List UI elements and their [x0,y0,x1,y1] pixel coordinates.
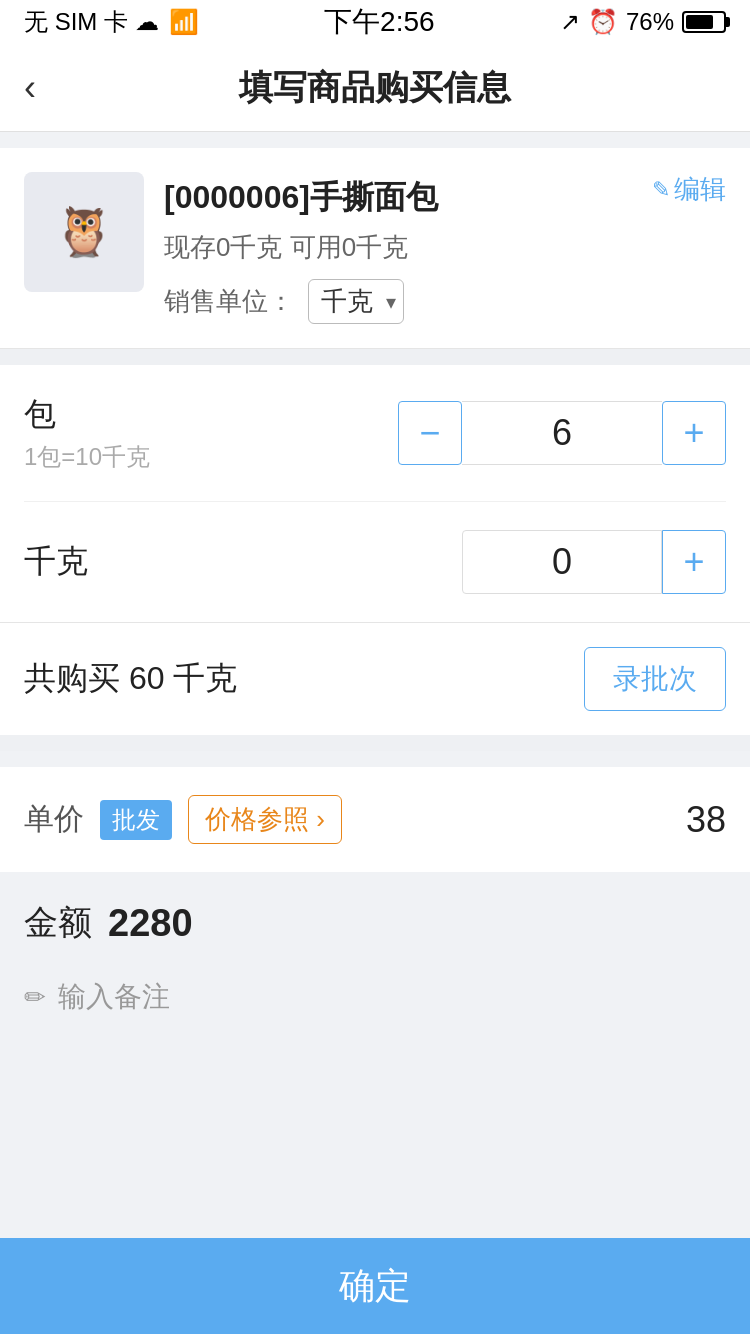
bao-plus-button[interactable]: + [662,401,726,465]
price-type-tag: 批发 [100,800,172,840]
product-stock: 现存0千克 可用0千克 [164,230,726,265]
kg-plus-button[interactable]: + [662,530,726,594]
footer[interactable]: 确定 [0,1238,750,1334]
product-card: 🦉 [0000006]手撕面包 现存0千克 可用0千克 销售单位： 千克 ▾ ✎… [0,148,750,349]
battery-icon [682,11,726,33]
wifi-icon: 📶 [169,8,199,36]
price-reference-button[interactable]: 价格参照 › [188,795,342,844]
edit-label: 编辑 [674,172,726,207]
pencil-icon: ✏ [24,982,46,1013]
bao-minus-button[interactable]: − [398,401,462,465]
note-placeholder[interactable]: 输入备注 [58,978,170,1016]
status-left: 无 SIM 卡 ☁ 📶 [24,6,199,38]
price-label: 单价 [24,799,84,840]
status-time: 下午2:56 [324,3,435,41]
price-section: 单价 批发 价格参照 › 38 [0,767,750,872]
price-value: 38 [686,799,726,841]
chevron-down-icon: ▾ [386,290,396,314]
unit-label: 销售单位： [164,284,294,319]
edit-icon: ✎ [652,177,670,203]
bao-row: 包 1包=10千克 − + [24,365,726,502]
nav-bar: ‹ 填写商品购买信息 [0,44,750,132]
batch-button[interactable]: 录批次 [584,647,726,711]
amount-row: 金额 2280 [24,900,726,946]
bao-label: 包 [24,393,150,437]
location-icon: ↗ [560,8,580,36]
confirm-button[interactable]: 确定 [339,1262,411,1311]
bao-label-group: 包 1包=10千克 [24,393,150,473]
product-unit-row: 销售单位： 千克 ▾ [164,279,726,324]
kg-row: 千克 + [24,502,726,622]
page-title: 填写商品购买信息 [239,65,511,111]
section-divider-1 [0,349,750,365]
unit-select-wrapper[interactable]: 千克 ▾ [308,279,404,324]
status-bar: 无 SIM 卡 ☁ 📶 下午2:56 ↗ ⏰ 76% [0,0,750,44]
kg-quantity-controls: + [462,530,726,594]
total-section: 共购买 60 千克 录批次 [0,622,750,735]
edit-button[interactable]: ✎ 编辑 [652,172,726,207]
amount-value: 2280 [108,902,193,945]
bao-quantity-controls: − + [398,401,726,465]
bao-sublabel: 1包=10千克 [24,441,150,473]
bao-quantity-input[interactable] [462,401,662,465]
product-thumbnail: 🦉 [24,172,144,292]
product-name: [0000006]手撕面包 [164,176,726,220]
product-image: 🦉 [54,204,114,260]
alarm-icon: ⏰ [588,8,618,36]
battery-percent: 76% [626,8,674,36]
input-section: 包 1包=10千克 − + 千克 + [0,365,750,622]
back-button[interactable]: ‹ [24,67,36,109]
sim-label: 无 SIM 卡 ☁ [24,6,159,38]
kg-quantity-input[interactable] [462,530,662,594]
total-text: 共购买 60 千克 [24,657,237,701]
product-info: [0000006]手撕面包 现存0千克 可用0千克 销售单位： 千克 ▾ [164,172,726,324]
kg-label: 千克 [24,540,88,584]
note-row[interactable]: ✏ 输入备注 [24,962,726,1032]
amount-label: 金额 [24,900,92,946]
section-divider-2 [0,735,750,751]
status-right: ↗ ⏰ 76% [560,8,726,36]
